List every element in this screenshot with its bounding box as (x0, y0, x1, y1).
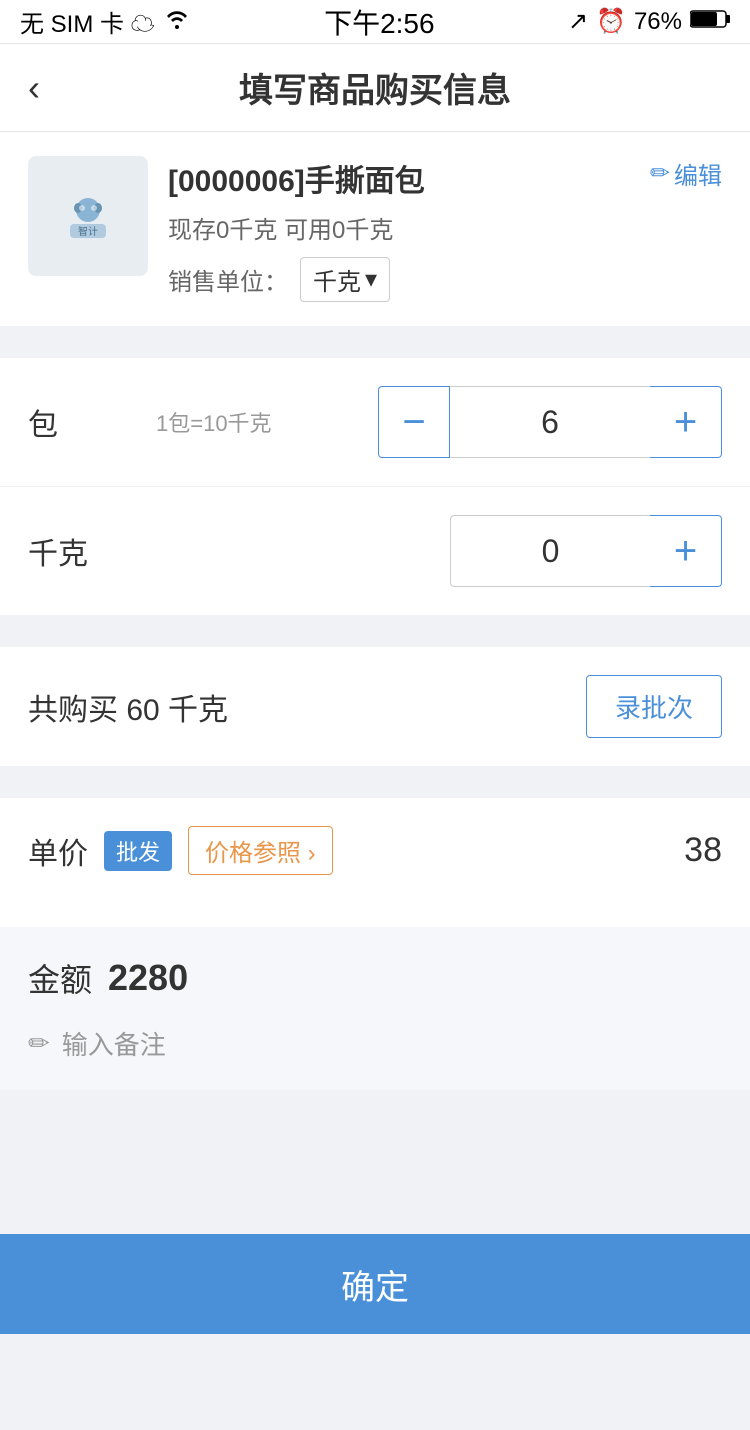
sim-label: 无 SIM 卡 ☁ (20, 4, 155, 39)
kg-controls: + (450, 515, 722, 587)
remark-placeholder: 输入备注 (62, 1025, 166, 1062)
product-stock: 现存0千克 可用0千克 (168, 210, 722, 245)
product-image: 智计 (28, 156, 148, 276)
svg-text:智计: 智计 (78, 225, 98, 238)
confirm-text: 确定 (341, 1260, 409, 1309)
unit-select[interactable]: 千克 ▾ (300, 257, 390, 302)
confirm-bar[interactable]: 确定 (0, 1234, 750, 1334)
bao-plus-button[interactable]: + (650, 386, 722, 458)
product-info: [0000006]手撕面包 现存0千克 可用0千克 销售单位： 千克 ▾ (168, 156, 722, 302)
location-icon: ↗ (568, 7, 588, 36)
amount-label: 金额 (28, 955, 92, 1001)
status-time: 下午2:56 (324, 2, 435, 42)
total-text: 共购买 60 千克 (28, 685, 228, 729)
price-row: 单价 批发 价格参照 › 38 (28, 826, 722, 875)
kg-input[interactable] (450, 515, 650, 587)
nav-bar: ‹ 填写商品购买信息 (0, 44, 750, 132)
price-section: 单价 批发 价格参照 › 38 (0, 798, 750, 927)
edit-icon: ✏ (650, 159, 670, 188)
status-bar: 无 SIM 卡 ☁ 下午2:56 ↗ ⏰ 76% (0, 0, 750, 44)
alarm-icon: ⏰ (596, 7, 626, 36)
amount-row: 金额 2280 (28, 955, 722, 1025)
edit-button[interactable]: ✏ 编辑 (650, 156, 722, 191)
kg-plus-button[interactable]: + (650, 515, 722, 587)
bao-controls: − + (378, 386, 722, 458)
battery-label: 76% (634, 8, 682, 36)
total-section: 共购买 60 千克 录批次 (0, 647, 750, 766)
bao-row: 包 1包=10千克 − + (0, 358, 750, 487)
batch-button[interactable]: 录批次 (586, 675, 722, 738)
bao-minus-button[interactable]: − (378, 386, 450, 458)
bao-label: 包 (28, 400, 148, 444)
product-section: 智计 [0000006]手撕面包 现存0千克 可用0千克 销售单位： 千克 ▾ … (0, 132, 750, 326)
price-badge: 批发 (104, 831, 172, 871)
unit-label: 销售单位： (168, 262, 288, 297)
amount-value: 2280 (108, 957, 188, 999)
separator-2 (0, 631, 750, 647)
status-right: ↗ ⏰ 76% (568, 7, 730, 36)
back-button[interactable]: ‹ (28, 67, 40, 109)
price-value: 38 (684, 831, 722, 870)
price-ref-button[interactable]: 价格参照 › (188, 826, 333, 875)
bao-input[interactable] (450, 386, 650, 458)
wifi-icon (163, 8, 191, 36)
pencil-icon: ✏ (28, 1028, 50, 1059)
status-left: 无 SIM 卡 ☁ (20, 4, 191, 39)
product-unit-row: 销售单位： 千克 ▾ (168, 257, 722, 302)
separator-1 (0, 342, 750, 358)
input-section: 包 1包=10千克 − + 千克 + (0, 358, 750, 615)
kg-row: 千克 + (0, 487, 750, 615)
remark-row[interactable]: ✏ 输入备注 (28, 1025, 722, 1090)
battery-icon (690, 8, 730, 36)
kg-label: 千克 (28, 529, 148, 573)
page-title: 填写商品购买信息 (239, 63, 511, 112)
separator-3 (0, 782, 750, 798)
price-label: 单价 (28, 829, 88, 873)
amount-section: 金额 2280 ✏ 输入备注 (0, 927, 750, 1090)
bao-hint: 1包=10千克 (156, 406, 272, 438)
product-name: [0000006]手撕面包 (168, 156, 722, 200)
